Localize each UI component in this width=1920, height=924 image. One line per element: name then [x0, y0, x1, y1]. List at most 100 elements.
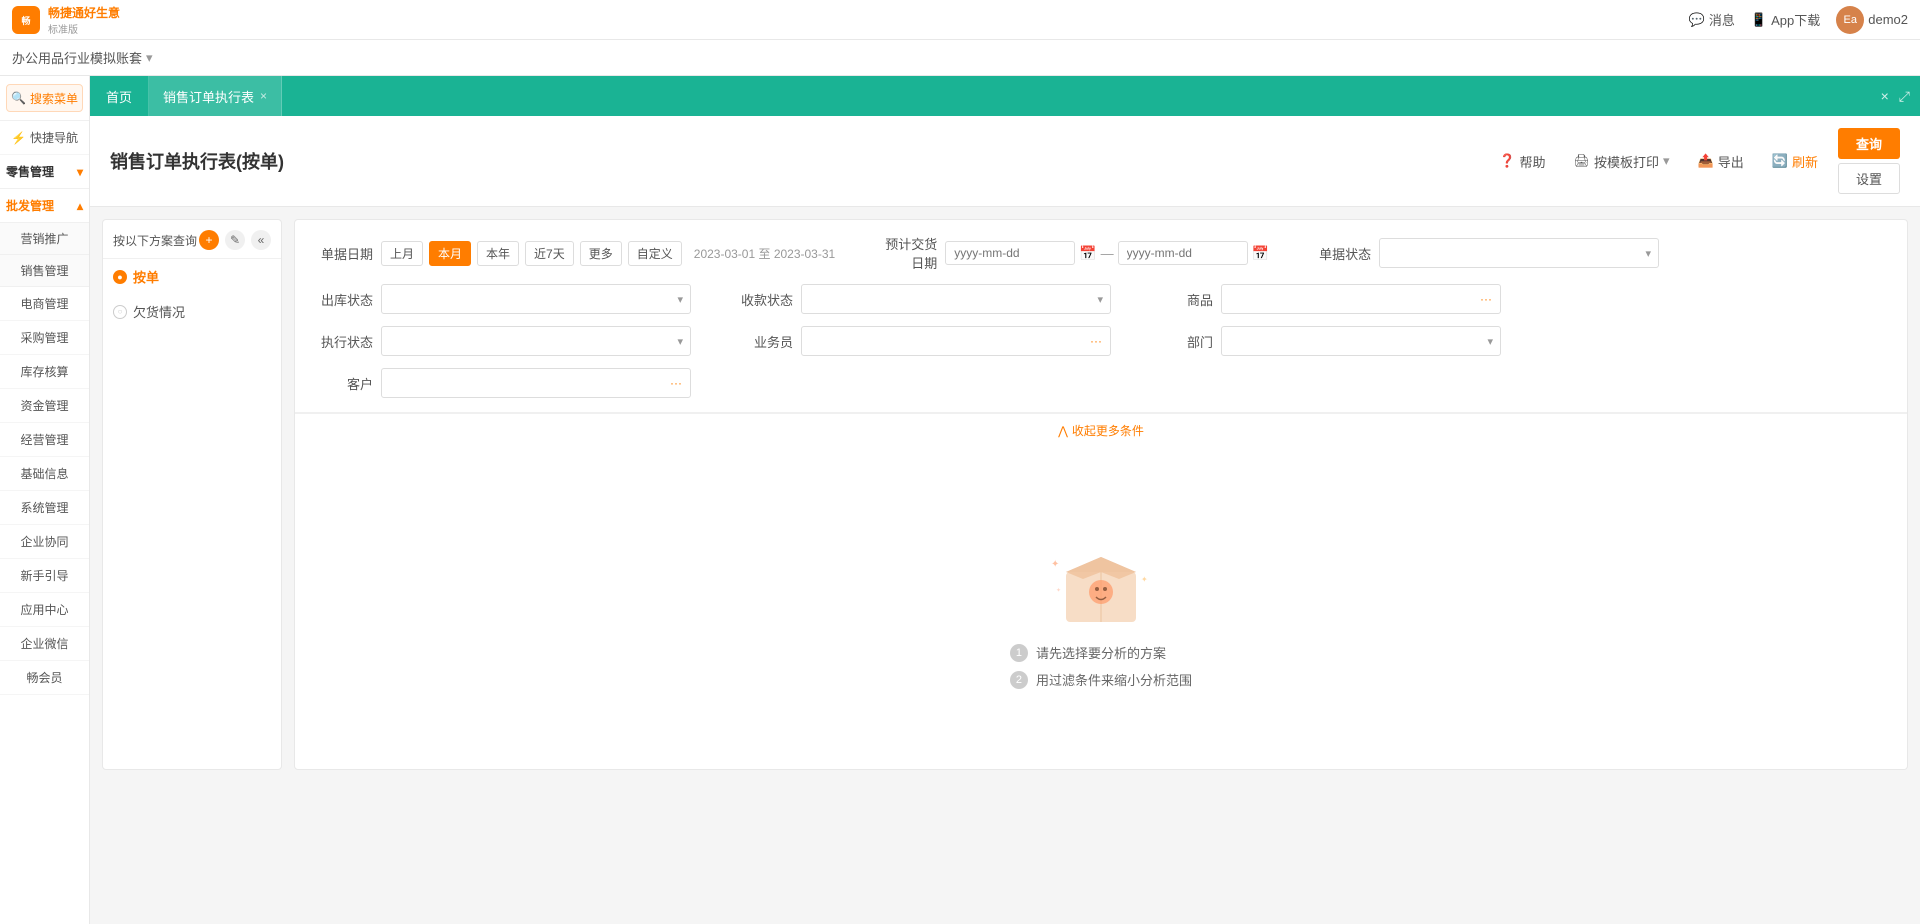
chevron-down-icon: ▾ [77, 165, 83, 179]
sidebar-item-wholesale[interactable]: 批发管理 ▴ [0, 189, 89, 223]
date-btn-thismonth[interactable]: 本月 [429, 241, 471, 266]
user-menu[interactable]: Ea demo2 [1836, 6, 1908, 34]
collapse-up-icon: ⋀ [1058, 424, 1068, 438]
help-icon: ❓ [1499, 153, 1515, 169]
edit-scheme-btn[interactable]: ✎ [225, 230, 245, 250]
refresh-icon: 🔄 [1772, 153, 1788, 169]
exec-select[interactable] [381, 326, 691, 356]
sidebar-item-vip[interactable]: 畅会员 [0, 661, 89, 695]
forecast-date-start[interactable] [945, 241, 1075, 265]
svg-text:✦: ✦ [1056, 587, 1061, 594]
collapse-more-btn[interactable]: ⋀ 收起更多条件 [1058, 422, 1144, 439]
page-title: 销售订单执行表(按单) [110, 148, 284, 186]
calendar-start-icon[interactable]: 📅 [1079, 245, 1096, 262]
search-menu-btn[interactable]: 🔍 搜索菜单 [6, 84, 83, 112]
filter-exec-item: 执行状态 ▾ [311, 326, 691, 356]
goods-input[interactable]: ··· [1221, 284, 1501, 314]
tab-minimize-icon[interactable]: × [1881, 88, 1889, 104]
dept-label: 部门 [1151, 332, 1221, 351]
payment-label: 收款状态 [731, 290, 801, 309]
forecast-date-end[interactable] [1118, 241, 1248, 265]
filter-date-item: 单据日期 上月 本月 本年 近7天 更多 自定义 2023-03-01 至 20… [311, 241, 835, 266]
tab-active[interactable]: 销售订单执行表 × [149, 76, 282, 116]
date-label: 单据日期 [311, 244, 381, 263]
tab-bar-right: × ⤢ [1871, 76, 1920, 116]
dept-select-wrap: ▾ [1221, 326, 1501, 356]
sidebar-item-ecommerce[interactable]: 电商管理 [0, 287, 89, 321]
payment-select[interactable] [801, 284, 1111, 314]
svg-text:✦: ✦ [1051, 559, 1059, 570]
filter-salesman-item: 业务员 ··· [731, 326, 1111, 356]
chevron-up-icon: ▴ [77, 199, 83, 213]
dropdown-arrow-icon: ▾ [146, 50, 153, 66]
calendar-end-icon[interactable]: 📅 [1252, 245, 1269, 262]
sidebar-item-system[interactable]: 系统管理 [0, 491, 89, 525]
date-separator: — [1101, 246, 1114, 261]
sidebar-item-purchase[interactable]: 采购管理 [0, 321, 89, 355]
sidebar-item-quicknav[interactable]: ⚡ 快捷导航 [0, 121, 89, 155]
messages-btn[interactable]: 💬 消息 [1689, 10, 1735, 29]
date-btn-7days[interactable]: 近7天 [525, 241, 574, 266]
filter-forecast-date-item: 预计交货日期 📅 — 📅 [875, 234, 1269, 272]
left-panel-icons: + ✎ « [199, 230, 271, 250]
sidebar-item-enterprise[interactable]: 企业协同 [0, 525, 89, 559]
main-layout: 🔍 搜索菜单 ⚡ 快捷导航 零售管理 ▾ 批发管理 ▴ 营销推广 销售管理 电商… [0, 76, 1920, 924]
app-download-btn[interactable]: 📱 App下载 [1751, 10, 1820, 29]
salesman-input[interactable]: ··· [801, 326, 1111, 356]
page-header: 销售订单执行表(按单) ❓ 帮助 🖨 按模板打印 ▾ 📤 导出 [90, 116, 1920, 207]
message-icon: 💬 [1689, 12, 1705, 28]
help-btn[interactable]: ❓ 帮助 [1491, 148, 1553, 175]
sidebar-item-newuser[interactable]: 新手引导 [0, 559, 89, 593]
print-btn[interactable]: 🖨 按模板打印 ▾ [1566, 148, 1678, 175]
top-header: 畅 畅捷通好生意 标准版 💬 消息 📱 App下载 Ea demo2 [0, 0, 1920, 40]
filter-row-1: 单据日期 上月 本月 本年 近7天 更多 自定义 2023-03-01 至 20… [311, 234, 1891, 272]
page-header-actions: ❓ 帮助 🖨 按模板打印 ▾ 📤 导出 🔄 刷新 [1491, 128, 1900, 206]
query-btn[interactable]: 查询 [1838, 128, 1900, 159]
sidebar-item-marketing[interactable]: 营销推广 [0, 223, 89, 255]
status-select[interactable] [1379, 238, 1659, 268]
top-right-area: 💬 消息 📱 App下载 Ea demo2 [1689, 6, 1908, 34]
sidebar-item-basics[interactable]: 基础信息 [0, 457, 89, 491]
settings-btn[interactable]: 设置 [1838, 163, 1900, 194]
payment-select-wrap: ▾ [801, 284, 1111, 314]
collapse-panel-btn[interactable]: « [251, 230, 271, 250]
goods-label: 商品 [1151, 290, 1221, 309]
tab-expand-icon[interactable]: ⤢ [1899, 88, 1910, 105]
refresh-btn[interactable]: 🔄 刷新 [1764, 148, 1826, 175]
scheme-item-by-order[interactable]: ● 按单 [103, 259, 281, 294]
logo-text: 畅捷通好生意 标准版 [48, 4, 120, 36]
sidebar-item-sales[interactable]: 销售管理 [0, 255, 89, 287]
customer-input[interactable]: ··· [381, 368, 691, 398]
delivery-select[interactable] [381, 284, 691, 314]
filter-payment-item: 收款状态 ▾ [731, 284, 1111, 314]
date-btn-thisyear[interactable]: 本年 [477, 241, 519, 266]
filter-row-2: 出库状态 ▾ 收款状态 [311, 284, 1891, 314]
avatar: Ea [1836, 6, 1864, 34]
date-btn-lastmonth[interactable]: 上月 [381, 241, 423, 266]
delivery-label: 出库状态 [311, 290, 381, 309]
tab-bar: 首页 销售订单执行表 × × ⤢ [90, 76, 1920, 116]
content-body: 按以下方案查询 + ✎ « ● 按单 ○ 欠货情况 [90, 207, 1920, 782]
date-btn-more[interactable]: 更多 [580, 241, 622, 266]
sidebar-item-operations[interactable]: 经营管理 [0, 423, 89, 457]
tab-home[interactable]: 首页 [90, 76, 149, 116]
date-btn-custom[interactable]: 自定义 [628, 241, 682, 266]
exec-select-wrap: ▾ [381, 326, 691, 356]
empty-tip-2: 2 用过滤条件来缩小分析范围 [1010, 670, 1192, 689]
left-filter-panel: 按以下方案查询 + ✎ « ● 按单 ○ 欠货情况 [102, 219, 282, 770]
export-btn[interactable]: 📤 导出 [1690, 148, 1752, 175]
tab-close-btn[interactable]: × [260, 89, 267, 103]
sidebar-item-inventory[interactable]: 库存核算 [0, 355, 89, 389]
left-panel-header: 按以下方案查询 + ✎ « [103, 230, 281, 259]
salesman-dots-icon: ··· [1090, 334, 1102, 348]
add-scheme-btn[interactable]: + [199, 230, 219, 250]
sidebar-item-retail[interactable]: 零售管理 ▾ [0, 155, 89, 189]
search-icon: 🔍 [11, 91, 26, 105]
sidebar-item-apps[interactable]: 应用中心 [0, 593, 89, 627]
sidebar-item-wechat[interactable]: 企业微信 [0, 627, 89, 661]
sidebar-item-finance[interactable]: 资金管理 [0, 389, 89, 423]
scheme-item-shortage[interactable]: ○ 欠货情况 [103, 294, 281, 329]
app-title[interactable]: 办公用品行业模拟账套 ▾ [12, 48, 153, 67]
svg-text:畅: 畅 [21, 15, 30, 26]
dept-select[interactable] [1221, 326, 1501, 356]
